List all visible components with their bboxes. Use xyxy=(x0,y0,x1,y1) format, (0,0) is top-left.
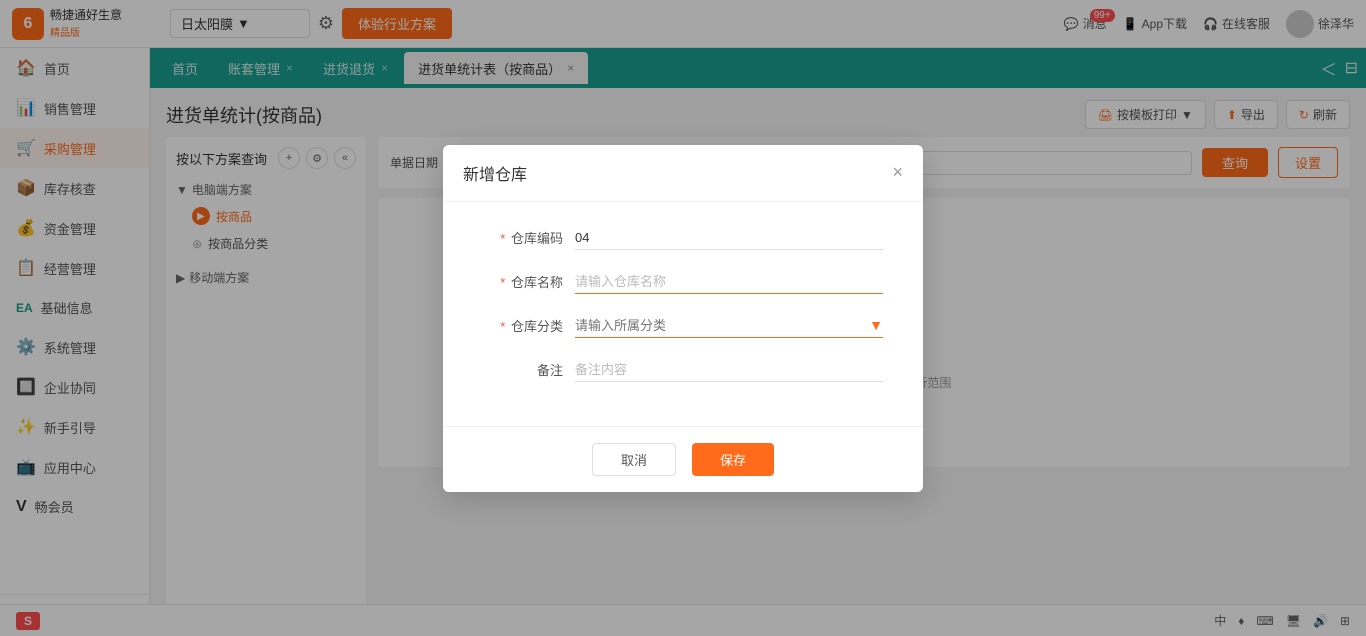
modal-footer: 取消 保存 xyxy=(443,426,923,492)
form-row-code: * 仓库编码 xyxy=(483,226,883,250)
code-input[interactable] xyxy=(575,226,883,250)
note-input[interactable] xyxy=(575,358,883,382)
save-button[interactable]: 保存 xyxy=(692,443,774,476)
category-input[interactable] xyxy=(575,314,869,337)
required-star-code: * xyxy=(500,231,505,246)
modal-close-button[interactable]: × xyxy=(892,162,903,183)
form-row-name: * 仓库名称 xyxy=(483,270,883,294)
modal-add-warehouse: 新增仓库 × * 仓库编码 * 仓库名称 xyxy=(443,145,923,492)
name-input[interactable] xyxy=(575,270,883,294)
modal-overlay: 新增仓库 × * 仓库编码 * 仓库名称 xyxy=(0,0,1366,636)
note-label: 备注 xyxy=(483,360,563,379)
name-label: * 仓库名称 xyxy=(483,272,563,291)
cancel-button[interactable]: 取消 xyxy=(592,443,676,476)
category-dropdown-icon[interactable]: ▼ xyxy=(869,317,883,333)
category-select-wrapper: ▼ xyxy=(575,314,883,338)
modal-header: 新增仓库 × xyxy=(443,145,923,202)
code-label: * 仓库编码 xyxy=(483,228,563,247)
modal-title: 新增仓库 xyxy=(463,161,527,185)
required-star-category: * xyxy=(500,319,505,334)
modal-body: * 仓库编码 * 仓库名称 * 仓库分类 xyxy=(443,202,923,426)
required-star-name: * xyxy=(500,275,505,290)
form-row-note: 备注 xyxy=(483,358,883,382)
form-row-category: * 仓库分类 ▼ xyxy=(483,314,883,338)
category-label: * 仓库分类 xyxy=(483,316,563,335)
